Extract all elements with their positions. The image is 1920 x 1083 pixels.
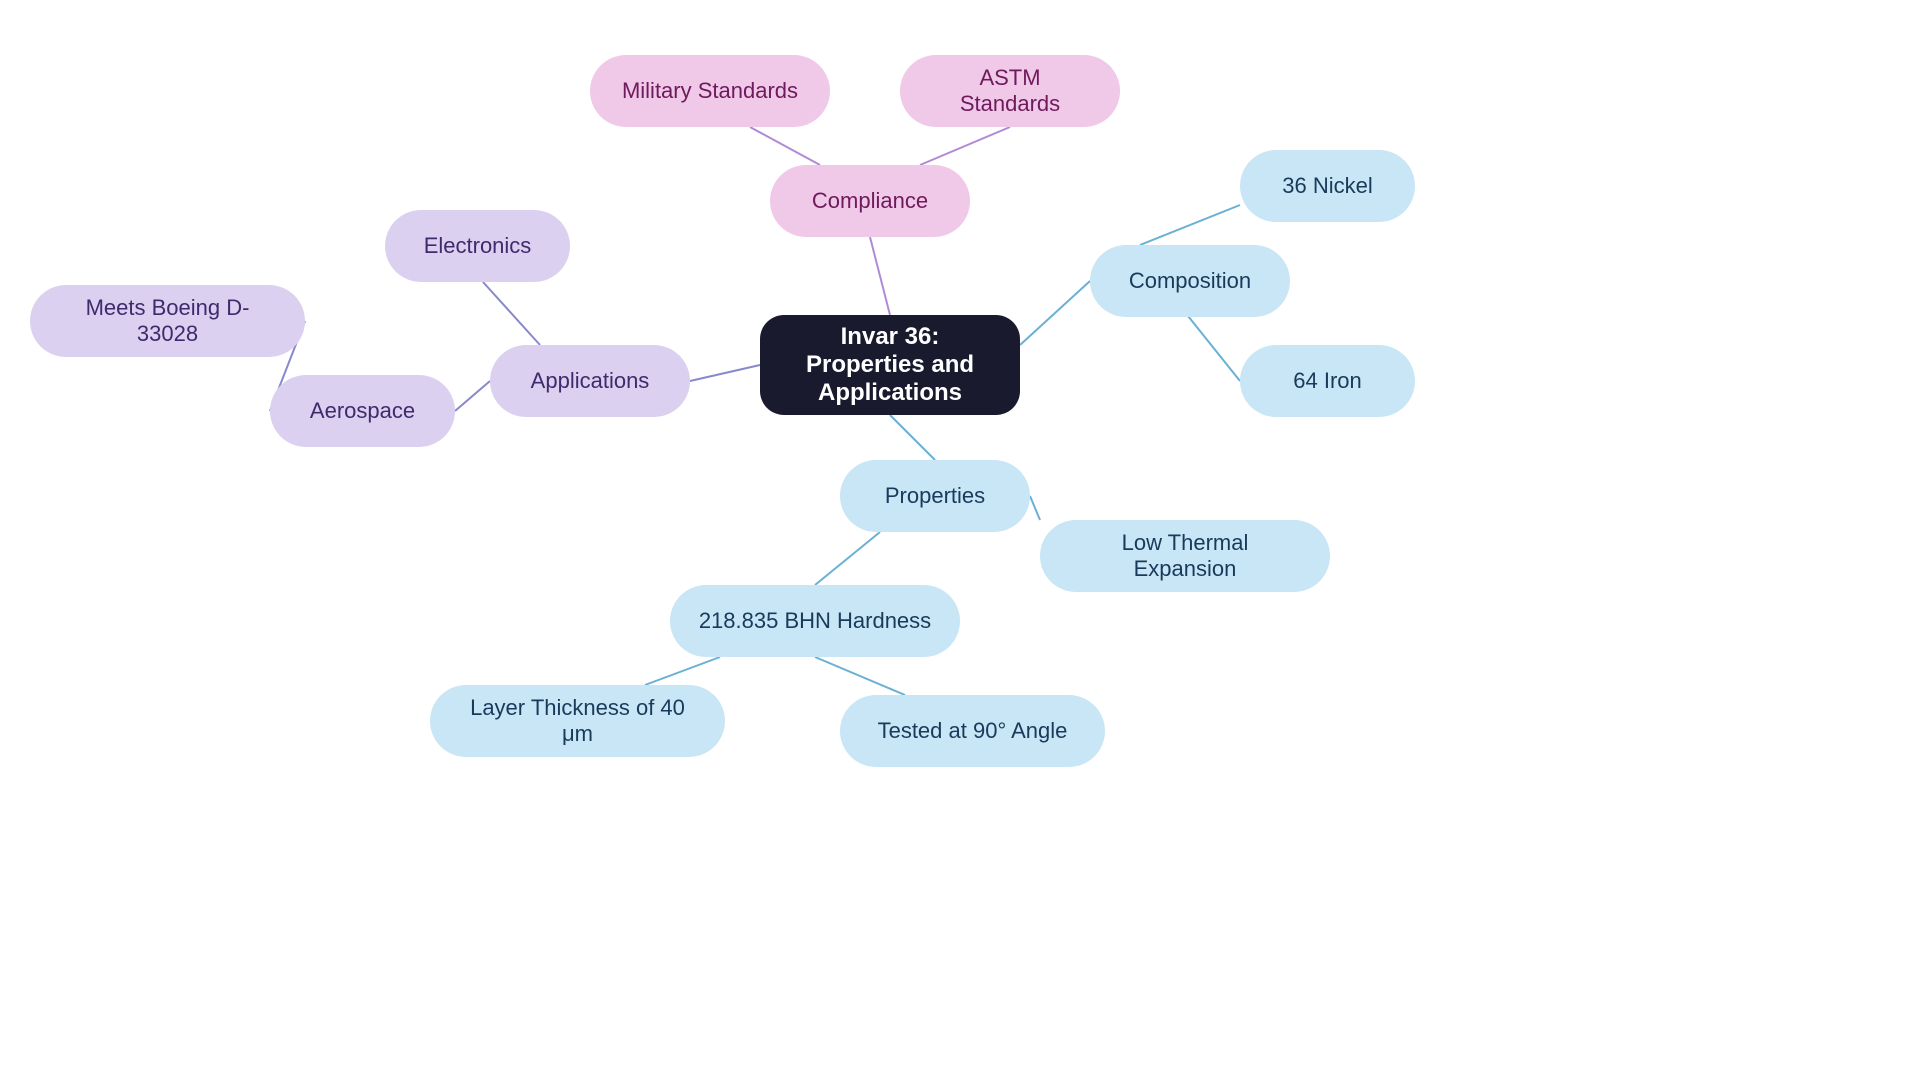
aerospace-label: Aerospace [310,398,415,424]
iron-64-label: 64 Iron [1293,368,1362,394]
aerospace-node[interactable]: Aerospace [270,375,455,447]
properties-label: Properties [885,483,985,509]
astm-standards-node[interactable]: ASTM Standards [900,55,1120,127]
tested-angle-node[interactable]: Tested at 90° Angle [840,695,1105,767]
nickel-36-node[interactable]: 36 Nickel [1240,150,1415,222]
properties-node[interactable]: Properties [840,460,1030,532]
layer-thickness-node[interactable]: Layer Thickness of 40 μm [430,685,725,757]
applications-node[interactable]: Applications [490,345,690,417]
nickel-36-label: 36 Nickel [1282,173,1372,199]
layer-thickness-label: Layer Thickness of 40 μm [458,695,697,747]
low-thermal-label: Low Thermal Expansion [1068,530,1302,582]
iron-64-node[interactable]: 64 Iron [1240,345,1415,417]
composition-label: Composition [1129,268,1251,294]
compliance-node[interactable]: Compliance [770,165,970,237]
low-thermal-node[interactable]: Low Thermal Expansion [1040,520,1330,592]
electronics-label: Electronics [424,233,532,259]
applications-label: Applications [531,368,650,394]
meets-boeing-label: Meets Boeing D-33028 [58,295,277,347]
bhn-hardness-node[interactable]: 218.835 BHN Hardness [670,585,960,657]
tested-angle-label: Tested at 90° Angle [878,718,1068,744]
military-standards-label: Military Standards [622,78,798,104]
center-label: Invar 36: Properties and Applications [788,323,992,407]
bhn-hardness-label: 218.835 BHN Hardness [699,608,931,634]
center-node[interactable]: Invar 36: Properties and Applications [760,315,1020,415]
compliance-label: Compliance [812,188,928,214]
astm-standards-label: ASTM Standards [928,65,1092,117]
composition-node[interactable]: Composition [1090,245,1290,317]
military-standards-node[interactable]: Military Standards [590,55,830,127]
meets-boeing-node[interactable]: Meets Boeing D-33028 [30,285,305,357]
connection-lines [0,0,1920,1083]
electronics-node[interactable]: Electronics [385,210,570,282]
